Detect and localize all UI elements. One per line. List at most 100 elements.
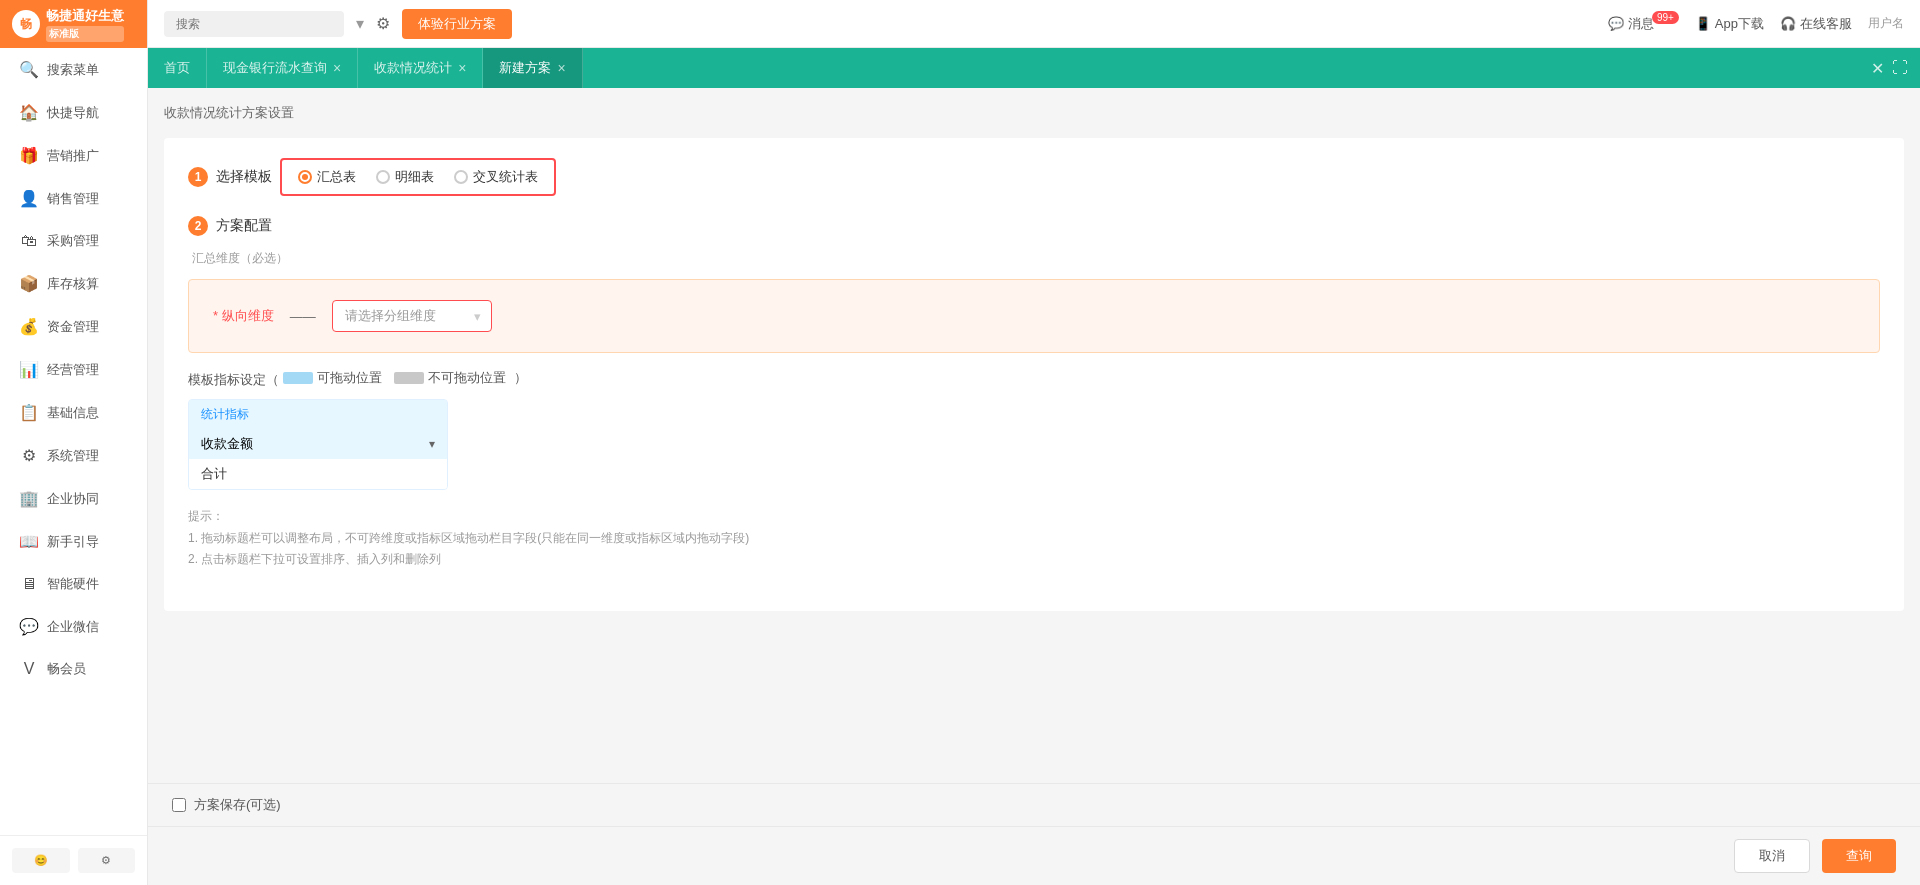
sidebar-item-label: 基础信息 [47, 404, 99, 422]
radio-cross-label: 交叉统计表 [473, 168, 538, 186]
sidebar-item-newbie[interactable]: 📖 新手引导 [0, 520, 147, 563]
chat-icon: 💬 [19, 617, 39, 636]
radio-cross[interactable]: 交叉统计表 [454, 168, 538, 186]
dropdown-icon[interactable]: ▾ [356, 14, 364, 33]
tab-new-plan-close[interactable]: × [557, 60, 565, 76]
messages-btn[interactable]: 💬 消息 99+ [1608, 15, 1679, 33]
logo-name: 畅捷通好生意 [46, 7, 124, 25]
search-input[interactable] [164, 11, 344, 37]
save-label: 方案保存(可选) [194, 796, 281, 814]
gift-icon: 🎁 [19, 146, 39, 165]
trial-btn[interactable]: 体验行业方案 [402, 9, 512, 39]
download-btn[interactable]: 📱 App下载 [1695, 15, 1764, 33]
messages-label: 消息 [1628, 15, 1654, 33]
radio-cross-dot [454, 170, 468, 184]
tabbar: 首页 现金银行流水查询 × 收款情况统计 × 新建方案 × ✕ ⛶ [148, 48, 1920, 88]
settings-icon[interactable]: ⚙ [376, 14, 390, 33]
radio-summary[interactable]: 汇总表 [298, 168, 356, 186]
topbar: ▾ ⚙ 体验行业方案 💬 消息 99+ 📱 App下载 🎧 在线客服 用户名 [148, 0, 1920, 48]
sidebar-item-baseinfo[interactable]: 📋 基础信息 [0, 391, 147, 434]
metrics-table-header: 统计指标 [189, 400, 447, 429]
sidebar-item-purchase[interactable]: 🛍 采购管理 [0, 220, 147, 262]
user-display: 用户名 [1868, 15, 1904, 32]
sidebar-item-label: 经营管理 [47, 361, 99, 379]
tip2: 2. 点击标题栏下拉可设置排序、插入列和删除列 [188, 549, 1880, 571]
tab-home[interactable]: 首页 [148, 48, 207, 88]
step2-number: 2 [188, 216, 208, 236]
tab-new-plan[interactable]: 新建方案 × [483, 48, 582, 88]
building-icon: 🏢 [19, 489, 39, 508]
sidebar-item-marketing[interactable]: 🎁 营销推广 [0, 134, 147, 177]
radio-detail[interactable]: 明细表 [376, 168, 434, 186]
tips-section: 提示： 1. 拖动标题栏可以调整布局，不可跨维度或指标区域拖动栏目字段(只能在同… [188, 506, 1880, 571]
step2-section: 2 方案配置 汇总维度（必选） * 纵向维度 —— [188, 216, 1880, 571]
box-icon: 📦 [19, 274, 39, 293]
tab-expand[interactable]: ⛶ [1892, 59, 1908, 77]
sidebar-item-hardware[interactable]: 🖥 智能硬件 [0, 563, 147, 605]
sidebar-bottom: 😊 ⚙ [0, 835, 147, 885]
cancel-button[interactable]: 取消 [1734, 839, 1810, 873]
tab-bank[interactable]: 现金银行流水查询 × [207, 48, 358, 88]
footer: 取消 查询 [148, 826, 1920, 885]
sidebar-item-enterprise[interactable]: 🏢 企业协同 [0, 477, 147, 520]
sidebar-item-finance[interactable]: 💰 资金管理 [0, 305, 147, 348]
sidebar-item-sales[interactable]: 👤 销售管理 [0, 177, 147, 220]
dimension-config: 汇总维度（必选） * 纵向维度 —— 请选择分组维度 ▾ [188, 250, 1880, 353]
query-button[interactable]: 查询 [1822, 839, 1896, 873]
sidebar-item-inventory[interactable]: 📦 库存核算 [0, 262, 147, 305]
dimension-area: * 纵向维度 —— 请选择分组维度 ▾ [188, 279, 1880, 353]
dimension-placeholder: 请选择分组维度 [345, 308, 436, 323]
sidebar-item-label: 企业协同 [47, 490, 99, 508]
sidebar-item-label: 搜索菜单 [47, 61, 99, 79]
metrics-row-dropdown[interactable]: ▾ [429, 437, 435, 451]
metrics-row: 收款金额 ▾ [189, 429, 447, 459]
tab-bank-close[interactable]: × [333, 60, 341, 76]
sidebar-item-quicknav[interactable]: 🏠 快捷导航 [0, 91, 147, 134]
breadcrumb: 收款情况统计方案设置 [164, 104, 1904, 122]
tab-home-label: 首页 [164, 59, 190, 77]
chart-icon: 📊 [19, 360, 39, 379]
template-selection-box: 汇总表 明细表 交叉统计表 [280, 158, 556, 196]
tab-new-plan-label: 新建方案 [499, 59, 551, 77]
step1-section: 1 选择模板 汇总表 明细表 [188, 158, 1880, 196]
sidebar-item-label: 企业微信 [47, 618, 99, 636]
logo-badge: 标准版 [46, 26, 124, 42]
sidebar-item-label: 销售管理 [47, 190, 99, 208]
sidebar-nav: 🔍 搜索菜单 🏠 快捷导航 🎁 营销推广 👤 销售管理 🛍 采购管理 📦 库存核… [0, 48, 147, 835]
sidebar-item-operations[interactable]: 📊 经营管理 [0, 348, 147, 391]
dimension-select-dropdown[interactable]: 请选择分组维度 ▾ [332, 300, 492, 332]
tabbar-controls: ✕ ⛶ [1859, 48, 1920, 88]
sidebar-item-system[interactable]: ⚙ 系统管理 [0, 434, 147, 477]
metrics-config: 模板指标设定（ 可拖动位置 不可拖动位置 ） [188, 369, 1880, 571]
step2-label: 方案配置 [216, 217, 272, 235]
book-icon: 📖 [19, 532, 39, 551]
select-chevron-icon: ▾ [474, 309, 481, 324]
step1-header: 1 选择模板 汇总表 明细表 [188, 158, 1880, 196]
save-checkbox[interactable] [172, 798, 186, 812]
sidebar-item-wechat[interactable]: 💬 企业微信 [0, 605, 147, 648]
radio-detail-label: 明细表 [395, 168, 434, 186]
tab-close-all[interactable]: ✕ [1871, 59, 1884, 78]
tab-receipt-close[interactable]: × [458, 60, 466, 76]
sidebar-bottom-btn2[interactable]: ⚙ [78, 848, 136, 873]
gear-icon: ⚙ [19, 446, 39, 465]
dimension-row: * 纵向维度 —— 请选择分组维度 ▾ [213, 300, 1855, 332]
tab-receipt-stats[interactable]: 收款情况统计 × [358, 48, 483, 88]
radio-detail-dot [376, 170, 390, 184]
support-btn[interactable]: 🎧 在线客服 [1780, 15, 1852, 33]
vip-icon: V [19, 660, 39, 678]
sidebar-item-label: 资金管理 [47, 318, 99, 336]
search-icon: 🔍 [19, 60, 39, 79]
tips-title: 提示： [188, 509, 224, 523]
sidebar-bottom-btn1[interactable]: 😊 [12, 848, 70, 873]
tab-receipt-label: 收款情况统计 [374, 59, 452, 77]
sidebar-logo: 畅 畅捷通好生意 标准版 [0, 0, 147, 48]
user-icon: 👤 [19, 189, 39, 208]
sidebar-item-member[interactable]: V 畅会员 [0, 648, 147, 690]
sidebar-item-search[interactable]: 🔍 搜索菜单 [0, 48, 147, 91]
save-section: 方案保存(可选) [148, 783, 1920, 826]
sidebar-item-label: 营销推广 [47, 147, 99, 165]
message-icon: 💬 [1608, 16, 1624, 31]
sidebar: 畅 畅捷通好生意 标准版 🔍 搜索菜单 🏠 快捷导航 🎁 营销推广 👤 销售管理… [0, 0, 148, 885]
metrics-header: 模板指标设定（ 可拖动位置 不可拖动位置 ） [188, 369, 1880, 389]
